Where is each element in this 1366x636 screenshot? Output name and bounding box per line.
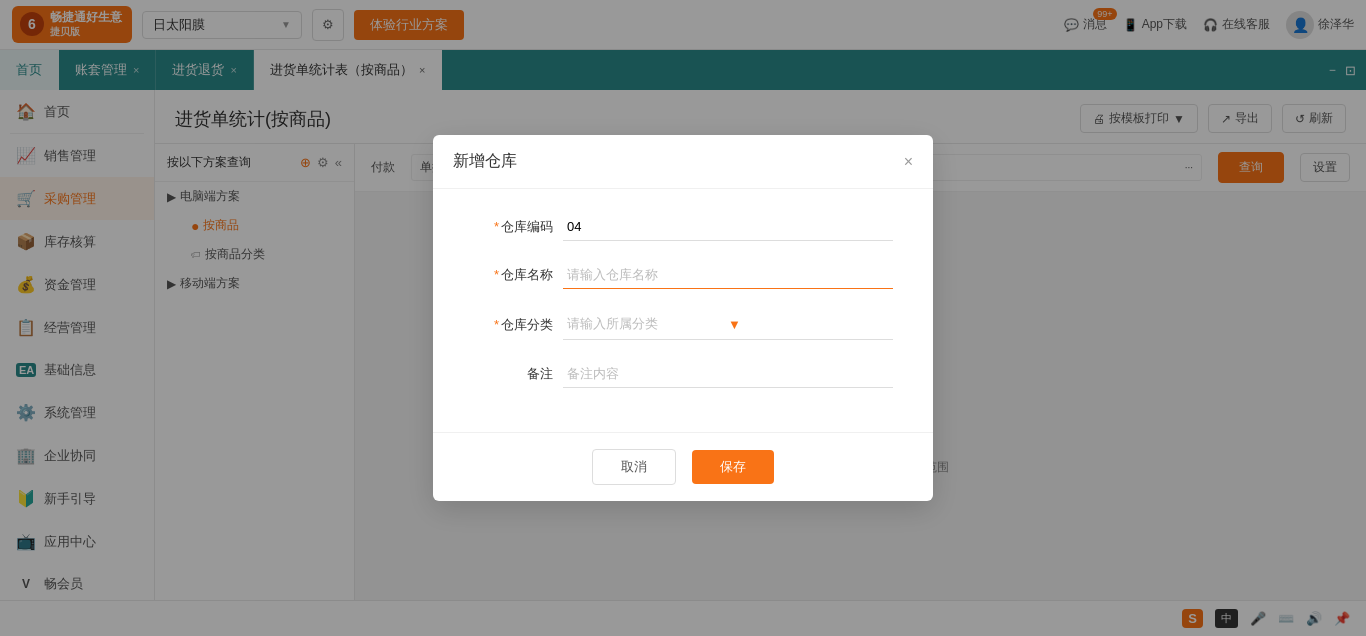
modal-body: 仓库编码 仓库名称 仓库分类 请输入所属分类 ▼ 备注 [433, 189, 933, 432]
warehouse-name-label: 仓库名称 [473, 266, 553, 284]
warehouse-category-row: 仓库分类 请输入所属分类 ▼ [473, 309, 893, 340]
modal-header: 新增仓库 × [433, 135, 933, 189]
warehouse-name-row: 仓库名称 [473, 261, 893, 289]
warehouse-remark-row: 备注 [473, 360, 893, 388]
warehouse-code-label: 仓库编码 [473, 218, 553, 236]
warehouse-name-input[interactable] [563, 261, 893, 289]
modal-close-button[interactable]: × [904, 153, 913, 171]
warehouse-remark-label: 备注 [473, 365, 553, 383]
save-button[interactable]: 保存 [692, 450, 774, 484]
warehouse-remark-input[interactable] [563, 360, 893, 388]
new-warehouse-modal: 新增仓库 × 仓库编码 仓库名称 仓库分类 请输入所属分类 ▼ [433, 135, 933, 501]
modal-overlay[interactable]: 新增仓库 × 仓库编码 仓库名称 仓库分类 请输入所属分类 ▼ [0, 0, 1366, 636]
cancel-button[interactable]: 取消 [592, 449, 676, 485]
category-chevron-icon: ▼ [728, 317, 889, 332]
modal-title: 新增仓库 [453, 151, 517, 172]
modal-footer: 取消 保存 [433, 432, 933, 501]
warehouse-category-select[interactable]: 请输入所属分类 ▼ [563, 309, 893, 340]
category-placeholder: 请输入所属分类 [567, 315, 728, 333]
warehouse-code-row: 仓库编码 [473, 213, 893, 241]
warehouse-code-input[interactable] [563, 213, 893, 241]
warehouse-category-label: 仓库分类 [473, 316, 553, 334]
